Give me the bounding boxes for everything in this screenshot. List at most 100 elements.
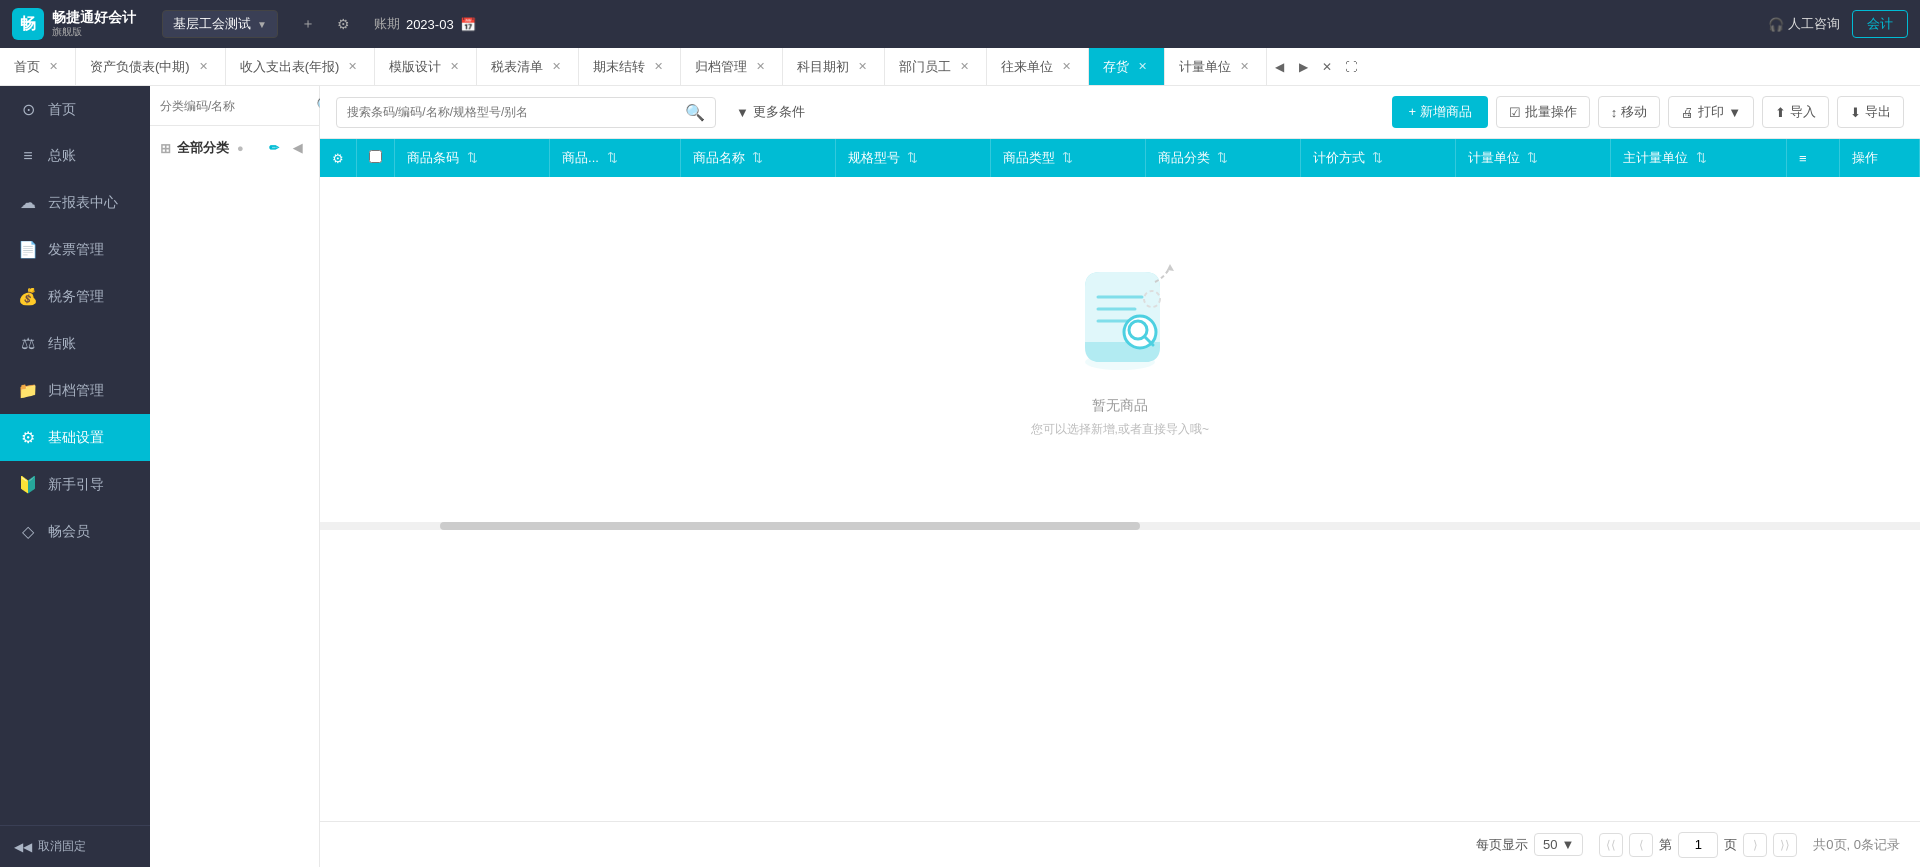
company-selector[interactable]: 基层工会测试 ▼ [162,10,278,38]
tab-tax[interactable]: 税表清单 ✕ [477,48,579,85]
th-pricing[interactable]: 计价方式 ⇅ [1300,139,1455,177]
all-categories[interactable]: ⊞ 全部分类 ● ✏ ◀ [150,126,319,170]
sort-category-icon[interactable]: ⇅ [1217,150,1228,165]
th-category[interactable]: 商品分类 ⇅ [1145,139,1300,177]
next-page-button[interactable]: ⟩ [1743,833,1767,857]
tab-employee[interactable]: 部门员工 ✕ [885,48,987,85]
tab-partner[interactable]: 往来单位 ✕ [987,48,1089,85]
tab-income-close[interactable]: ✕ [345,59,360,74]
tab-bar: 首页 ✕ 资产负债表(中期) ✕ 收入支出表(年报) ✕ 模版设计 ✕ 税表清单… [0,48,1920,86]
sort-code-icon[interactable]: ⇅ [607,150,618,165]
th-name-label: 商品名称 [693,150,745,165]
sidebar-item-invoice[interactable]: 📄 发票管理 [0,226,150,273]
horizontal-scrollbar-thumb[interactable] [440,522,1140,530]
sort-unit-icon[interactable]: ⇅ [1527,150,1538,165]
tab-unit-close[interactable]: ✕ [1237,59,1252,74]
tab-template-label: 模版设计 [389,58,441,76]
sidebar-item-ledger[interactable]: ≡ 总账 [0,133,150,179]
tab-home[interactable]: 首页 ✕ [0,48,76,85]
sort-type-icon[interactable]: ⇅ [1062,150,1073,165]
th-main-unit[interactable]: 主计量单位 ⇅ [1610,139,1786,177]
batch-ops-button[interactable]: ☑ 批量操作 [1496,96,1590,128]
tab-close-all[interactable]: ✕ [1315,48,1339,86]
tab-income[interactable]: 收入支出表(年报) ✕ [226,48,376,85]
sidebar-item-tax[interactable]: 💰 税务管理 [0,273,150,320]
sidebar-item-reports[interactable]: ☁ 云报表中心 [0,179,150,226]
sort-barcode-icon[interactable]: ⇅ [467,150,478,165]
sidebar-item-member[interactable]: ◇ 畅会员 [0,508,150,555]
th-unit[interactable]: 计量单位 ⇅ [1455,139,1610,177]
table-container: ⚙ 商品条码 ⇅ 商品... ⇅ [320,139,1920,821]
tab-inventory[interactable]: 存货 ✕ [1089,48,1165,85]
export-label: 导出 [1865,103,1891,121]
tab-archive[interactable]: 归档管理 ✕ [681,48,783,85]
sort-name-icon[interactable]: ⇅ [752,150,763,165]
tab-subject[interactable]: 科目期初 ✕ [783,48,885,85]
sidebar-item-guide[interactable]: 🔰 新手引导 [0,461,150,508]
tab-home-close[interactable]: ✕ [46,59,61,74]
th-name[interactable]: 商品名称 ⇅ [680,139,835,177]
product-search-bar: 🔍 [336,97,716,128]
page-number-input[interactable] [1678,832,1718,858]
tab-tax-close[interactable]: ✕ [549,59,564,74]
horizontal-scrollbar-track[interactable] [320,522,1920,530]
tab-period-close[interactable]: ✕ [651,59,666,74]
category-edit-icon[interactable]: ✏ [269,141,279,155]
prev-page-button[interactable]: ⟨ [1629,833,1653,857]
size-select-dropdown[interactable]: 50 ▼ [1534,833,1583,856]
tab-balance-close[interactable]: ✕ [196,59,211,74]
add-tab-button[interactable]: ＋ [294,10,322,38]
sidebar-item-home[interactable]: ⊙ 首页 [0,86,150,133]
th-barcode[interactable]: 商品条码 ⇅ [395,139,550,177]
tab-subject-label: 科目期初 [797,58,849,76]
more-filter-button[interactable]: ▼ 更多条件 [726,98,815,126]
collapse-button[interactable]: ◀ [285,136,309,160]
settings-icon[interactable]: ⚙ [330,10,358,38]
support-button[interactable]: 🎧 人工咨询 [1768,15,1840,33]
sidebar-item-settings[interactable]: ⚙ 基础设置 [0,414,150,461]
tab-template-close[interactable]: ✕ [447,59,462,74]
import-button[interactable]: ⬆ 导入 [1762,96,1829,128]
sort-spec-icon[interactable]: ⇅ [907,150,918,165]
tab-employee-close[interactable]: ✕ [957,59,972,74]
th-extra[interactable]: ≡ [1787,139,1840,177]
tab-scroll-left[interactable]: ◀ [1267,48,1291,86]
account-button[interactable]: 会计 [1852,10,1908,38]
product-search-icon[interactable]: 🔍 [685,103,705,122]
sidebar-item-close[interactable]: ⚖ 结账 [0,320,150,367]
th-gear[interactable]: ⚙ [320,139,357,177]
th-code[interactable]: 商品... ⇅ [550,139,680,177]
member-icon: ◇ [18,522,38,541]
print-button[interactable]: 🖨 打印 ▼ [1668,96,1754,128]
select-all-checkbox[interactable] [369,150,382,163]
export-button[interactable]: ⬇ 导出 [1837,96,1904,128]
sidebar-unpin[interactable]: ◀◀ 取消固定 [0,825,150,867]
tab-archive-label: 归档管理 [695,58,747,76]
category-search-input[interactable] [160,99,310,113]
tab-partner-close[interactable]: ✕ [1059,59,1074,74]
th-checkbox[interactable] [357,139,395,177]
tab-inventory-close[interactable]: ✕ [1135,59,1150,74]
product-search-input[interactable] [347,105,679,119]
tab-subject-close[interactable]: ✕ [855,59,870,74]
tab-period[interactable]: 期末结转 ✕ [579,48,681,85]
sort-pricing-icon[interactable]: ⇅ [1372,150,1383,165]
tab-maximize[interactable]: ⛶ [1339,48,1363,86]
sidebar-item-archive[interactable]: 📁 归档管理 [0,367,150,414]
last-page-button[interactable]: ⟩⟩ [1773,833,1797,857]
tab-unit[interactable]: 计量单位 ✕ [1165,48,1267,85]
add-product-button[interactable]: + 新增商品 [1392,96,1487,128]
export-icon: ⬇ [1850,105,1861,120]
tab-scroll-right[interactable]: ▶ [1291,48,1315,86]
tab-balance[interactable]: 资产负债表(中期) ✕ [76,48,226,85]
tab-template[interactable]: 模版设计 ✕ [375,48,477,85]
th-type[interactable]: 商品类型 ⇅ [990,139,1145,177]
invoice-icon: 📄 [18,240,38,259]
unpin-label: 取消固定 [38,838,86,855]
move-button[interactable]: ↕ 移动 [1598,96,1661,128]
tab-archive-close[interactable]: ✕ [753,59,768,74]
sort-main-unit-icon[interactable]: ⇅ [1696,150,1707,165]
th-spec[interactable]: 规格型号 ⇅ [835,139,990,177]
first-page-button[interactable]: ⟨⟨ [1599,833,1623,857]
calendar-icon[interactable]: 📅 [460,17,476,32]
